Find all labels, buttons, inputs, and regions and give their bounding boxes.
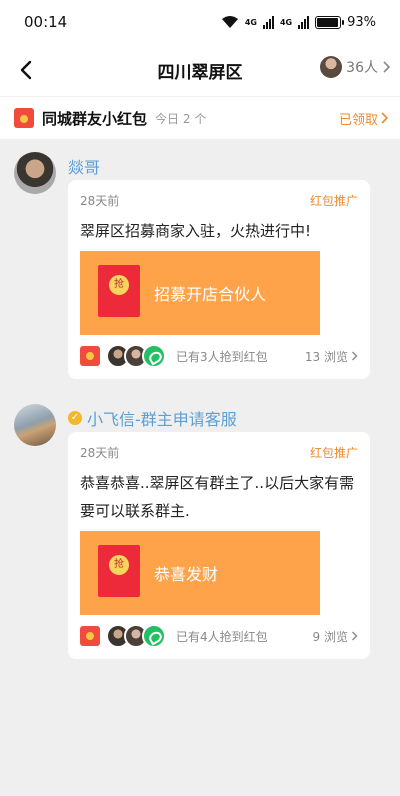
grab-coin-icon: 抢 bbox=[109, 275, 129, 295]
red-packet-title: 同城群友小红包 bbox=[42, 109, 148, 128]
post-time: 28天前 bbox=[80, 194, 120, 208]
post-text: 翠屏区招募商家入驻，火热进行中! bbox=[80, 222, 312, 240]
post-time: 28天前 bbox=[80, 446, 120, 460]
envelope-icon: 抢 bbox=[98, 545, 140, 597]
post-card[interactable]: 28天前 红包推广 恭喜恭喜..翠屏区有群主了..以后大家有需要可以联系群主. … bbox=[68, 432, 370, 659]
status-icons: 4G 4G 93% bbox=[221, 15, 376, 30]
grabber-avatars bbox=[106, 344, 166, 368]
header: 00:14 4G 4G 93% 四川翠屏区 36人 同城群友小红包 今日 2 个… bbox=[0, 0, 400, 139]
envelope-label: 招募开店合伙人 bbox=[154, 285, 267, 304]
claimed-label: 已领取 bbox=[338, 112, 378, 128]
wechat-icon bbox=[142, 344, 166, 368]
author-name[interactable]: ✓ 小飞信-群主申请客服 bbox=[68, 406, 237, 430]
red-packet-today-count: 今日 2 个 bbox=[155, 111, 207, 126]
post-meta: 28天前 红包推广 bbox=[80, 192, 358, 209]
signal-icon bbox=[262, 15, 274, 29]
chevron-right-icon bbox=[352, 351, 358, 361]
grabbed-count: 已有4人抢到红包 bbox=[176, 629, 268, 644]
views-count: 13 浏览 bbox=[304, 349, 348, 364]
status-bar: 00:14 4G 4G 93% bbox=[0, 0, 400, 44]
red-packet-bar[interactable]: 同城群友小红包 今日 2 个 已领取 bbox=[0, 96, 400, 139]
verified-icon: ✓ bbox=[68, 411, 82, 425]
member-count-button[interactable]: 36人 bbox=[320, 56, 390, 78]
author-name-label: 燚哥 bbox=[68, 158, 101, 177]
wechat-icon bbox=[142, 624, 166, 648]
post-tag: 红包推广 bbox=[309, 194, 358, 208]
battery-icon bbox=[315, 15, 345, 29]
avatar bbox=[320, 56, 343, 78]
post: 燚哥 28天前 红包推广 翠屏区招募商家入驻，火热进行中! 抢 招募开店合伙人 bbox=[0, 138, 400, 390]
chevron-right-icon bbox=[352, 631, 358, 641]
views-count: 9 浏览 bbox=[312, 629, 348, 644]
feed: 燚哥 28天前 红包推广 翠屏区招募商家入驻，火热进行中! 抢 招募开店合伙人 bbox=[0, 138, 400, 690]
nav-bar: 四川翠屏区 36人 bbox=[0, 44, 400, 96]
author-avatar[interactable] bbox=[14, 152, 56, 194]
author-name-label: 小飞信-群主申请客服 bbox=[87, 410, 237, 429]
grab-coin-icon: 抢 bbox=[109, 555, 129, 575]
post: ✓ 小飞信-群主申请客服 28天前 红包推广 恭喜恭喜..翠屏区有群主了..以后… bbox=[0, 390, 400, 690]
chevron-right-icon bbox=[381, 112, 388, 124]
network-label-2: 4G bbox=[279, 17, 293, 27]
claimed-link[interactable]: 已领取 bbox=[339, 109, 388, 128]
post-text: 恭喜恭喜..翠屏区有群主了..以后大家有需要可以联系群主. bbox=[80, 474, 355, 520]
chevron-right-icon bbox=[383, 61, 390, 73]
status-time: 00:14 bbox=[24, 13, 68, 31]
red-packet-icon bbox=[80, 626, 100, 646]
network-label-1: 4G bbox=[244, 17, 257, 27]
grabber-avatars bbox=[106, 624, 166, 648]
post-meta: 28天前 红包推广 bbox=[80, 444, 358, 461]
views-link[interactable]: 13 浏览 bbox=[305, 348, 358, 365]
red-envelope[interactable]: 抢 恭喜发财 bbox=[80, 531, 320, 615]
envelope-icon: 抢 bbox=[98, 265, 140, 317]
author-avatar[interactable] bbox=[14, 404, 56, 446]
back-button[interactable] bbox=[12, 56, 40, 84]
author-name[interactable]: 燚哥 bbox=[68, 154, 100, 178]
wifi-icon bbox=[221, 16, 238, 28]
post-tag: 红包推广 bbox=[309, 446, 358, 460]
post-footer: 已有3人抢到红包 13 浏览 bbox=[80, 344, 358, 368]
battery-percent: 93% bbox=[347, 14, 376, 30]
member-count: 36人 bbox=[346, 60, 378, 76]
red-packet-icon bbox=[14, 108, 34, 128]
red-packet-icon bbox=[80, 346, 100, 366]
post-footer: 已有4人抢到红包 9 浏览 bbox=[80, 624, 358, 648]
grabbed-count: 已有3人抢到红包 bbox=[176, 349, 268, 364]
views-link[interactable]: 9 浏览 bbox=[313, 628, 358, 645]
chevron-left-icon bbox=[20, 60, 32, 80]
post-card[interactable]: 28天前 红包推广 翠屏区招募商家入驻，火热进行中! 抢 招募开店合伙人 已有3… bbox=[68, 180, 370, 379]
envelope-label: 恭喜发财 bbox=[154, 565, 219, 584]
signal-icon-2 bbox=[298, 15, 310, 29]
red-envelope[interactable]: 抢 招募开店合伙人 bbox=[80, 251, 320, 335]
